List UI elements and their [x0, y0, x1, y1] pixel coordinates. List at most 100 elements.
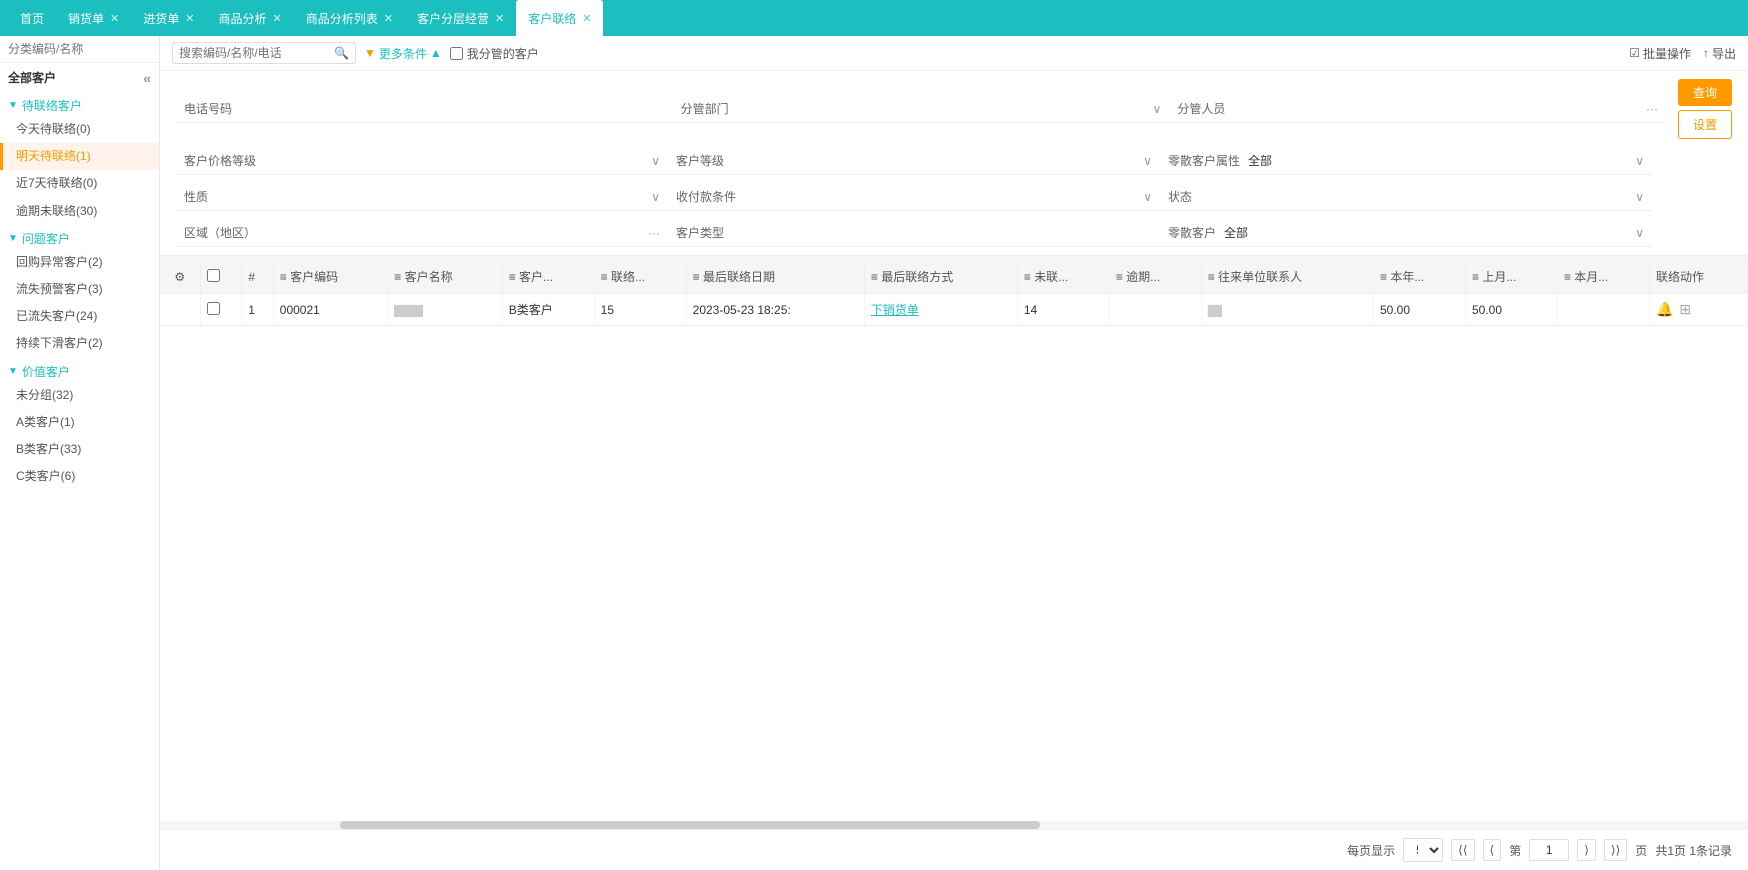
query-button[interactable]: 查询 [1678, 79, 1732, 106]
cell-last-contact-type[interactable]: 下销货单 [864, 294, 1017, 326]
sidebar-all-customers[interactable]: 全部客户 « [0, 63, 159, 92]
scrollbar-thumb[interactable] [340, 821, 1040, 829]
sidebar-item-churned[interactable]: 已流失客户(24) [0, 303, 159, 330]
table-header-row: ⚙ # ≡ 客户编码 ≡ 客户名称 ≡ 客户... ≡ 联络... ≡ 最后联络… [160, 260, 1748, 294]
nav-home[interactable]: 首页 [8, 0, 56, 36]
pagination: 每页显示 50 100 ⟨⟨ ⟨ 第 ⟩ ⟩⟩ 页 共1页 1条记录 [160, 829, 1748, 870]
filter-phone-input[interactable] [240, 102, 665, 116]
filter-status[interactable]: 状态 ∨ [1160, 183, 1652, 211]
my-customers-checkbox[interactable]: 我分管的客户 [450, 45, 539, 62]
grid-icon[interactable]: ⊞ [1679, 301, 1691, 318]
dots-manager-icon: ··· [1646, 102, 1658, 116]
chevron-retail-icon: ∨ [1635, 154, 1644, 168]
filter-customer-type-input[interactable] [732, 226, 1152, 240]
sidebar-item-tomorrow-pending[interactable]: 明天待联络(1) [0, 143, 159, 170]
col-unit-contact[interactable]: ≡ 往来单位联系人 [1201, 260, 1373, 294]
cell-index: 1 [242, 294, 274, 326]
col-overdue[interactable]: ≡ 逾期... [1109, 260, 1201, 294]
filter-row-1: 电话号码 分管部门 ∨ 分管人员 ··· 查询 设置 [176, 79, 1732, 139]
col-type[interactable]: ≡ 客户... [502, 260, 594, 294]
per-page-select[interactable]: 50 100 [1403, 838, 1443, 862]
col-this-year[interactable]: ≡ 本年... [1374, 260, 1466, 294]
close-product-analysis-icon[interactable]: ✕ [273, 12, 282, 25]
col-checkbox[interactable] [200, 260, 242, 294]
chevron-nature-icon: ∨ [651, 190, 660, 204]
sidebar-item-overdue-pending[interactable]: 逾期未联络(30) [0, 198, 159, 225]
sidebar-item-churn-warning[interactable]: 流失预警客户(3) [0, 276, 159, 303]
nav-purchase[interactable]: 进货单 ✕ [131, 0, 206, 36]
chevron-status-icon: ∨ [1635, 190, 1644, 204]
batch-operation-button[interactable]: ☑ 批量操作 [1629, 45, 1691, 62]
my-customers-check[interactable] [450, 47, 463, 60]
nav-customer-contact[interactable]: 客户联络 ✕ [516, 0, 603, 36]
chevron-price-icon: ∨ [651, 154, 660, 168]
select-all-checkbox[interactable] [207, 269, 220, 282]
sidebar-item-class-c[interactable]: C类客户(6) [0, 463, 159, 490]
page-number-input[interactable] [1529, 839, 1569, 861]
sidebar-item-ungrouped[interactable]: 未分组(32) [0, 382, 159, 409]
col-no-contact[interactable]: ≡ 未联... [1017, 260, 1109, 294]
cell-actions: 🔔 ⊞ [1649, 294, 1747, 326]
row-actions: 🔔 ⊞ [1656, 301, 1741, 318]
table-row: 1 000021 ████ B类客户 15 2023-05-23 18:25: … [160, 294, 1748, 326]
row-checkbox[interactable] [207, 302, 220, 315]
col-name[interactable]: ≡ 客户名称 [388, 260, 502, 294]
col-this-month[interactable]: ≡ 本月... [1557, 260, 1649, 294]
toolbar-search-input[interactable] [179, 46, 334, 60]
close-product-analysis-list-icon[interactable]: ✕ [384, 12, 393, 25]
filter-retail-customer[interactable]: 零散客户 全部 ∨ [1160, 219, 1652, 247]
first-page-button[interactable]: ⟨⟨ [1451, 839, 1474, 861]
toolbar-search-icon[interactable]: 🔍 [334, 46, 349, 60]
next-page-button[interactable]: ⟩ [1577, 839, 1596, 861]
filter-customer-type: 客户类型 [668, 219, 1160, 247]
cell-checkbox[interactable] [200, 294, 242, 326]
col-contact-count[interactable]: ≡ 联络... [594, 260, 686, 294]
last-contact-link[interactable]: 下销货单 [871, 303, 919, 317]
nav-product-analysis-list[interactable]: 商品分析列表 ✕ [294, 0, 405, 36]
sidebar-item-today-pending[interactable]: 今天待联络(0) [0, 116, 159, 143]
chevron-payment-icon: ∨ [1143, 190, 1152, 204]
filter-price-tier[interactable]: 客户价格等级 ∨ [176, 147, 668, 175]
col-last-contact-date[interactable]: ≡ 最后联络日期 [686, 260, 864, 294]
export-button[interactable]: ↑ 导出 [1703, 45, 1736, 62]
sidebar-search-input[interactable] [8, 42, 160, 56]
col-settings[interactable]: ⚙ [160, 260, 200, 294]
filter-retail-attr[interactable]: 零散客户属性 全部 ∨ [1160, 147, 1652, 175]
nav-sales[interactable]: 销货单 ✕ [56, 0, 131, 36]
bell-icon[interactable]: 🔔 [1656, 301, 1673, 318]
sidebar-item-declining[interactable]: 持续下滑客户(2) [0, 330, 159, 357]
prev-page-button[interactable]: ⟨ [1483, 839, 1502, 861]
triangle-problem-icon: ▼ [8, 233, 18, 244]
filter-actions: 查询 设置 [1678, 79, 1732, 139]
more-conditions-toggle[interactable]: ▼ 更多条件 ▲ [364, 45, 442, 62]
filter-customer-tier[interactable]: 客户等级 ∨ [668, 147, 1160, 175]
close-customer-tier-icon[interactable]: ✕ [495, 12, 504, 25]
close-customer-contact-icon[interactable]: ✕ [582, 12, 591, 25]
set-button[interactable]: 设置 [1678, 110, 1732, 139]
sidebar-collapse-icon: « [143, 70, 151, 86]
close-purchase-icon[interactable]: ✕ [185, 12, 194, 25]
chevron-tier-icon: ∨ [1143, 154, 1152, 168]
cell-last-month: 50.00 [1465, 294, 1557, 326]
sidebar-item-repurchase-abnormal[interactable]: 回购异常客户(2) [0, 249, 159, 276]
sidebar-item-class-b[interactable]: B类客户(33) [0, 436, 159, 463]
nav-product-analysis[interactable]: 商品分析 ✕ [206, 0, 293, 36]
sidebar-item-class-a[interactable]: A类客户(1) [0, 409, 159, 436]
sidebar-item-7days-pending[interactable]: 近7天待联络(0) [0, 170, 159, 197]
horizontal-scrollbar[interactable] [160, 821, 1748, 829]
filter-phone: 电话号码 [176, 95, 673, 123]
filter-region[interactable]: 区域（地区） ··· [176, 219, 668, 247]
cell-settings [160, 294, 200, 326]
filter-manager[interactable]: 分管人员 ··· [1169, 95, 1666, 123]
col-last-month[interactable]: ≡ 上月... [1465, 260, 1557, 294]
filter-dept[interactable]: 分管部门 ∨ [673, 95, 1170, 123]
last-page-button[interactable]: ⟩⟩ [1604, 839, 1627, 861]
cell-type: B类客户 [502, 294, 594, 326]
close-sales-icon[interactable]: ✕ [110, 12, 119, 25]
filter-payment[interactable]: 收付款条件 ∨ [668, 183, 1160, 211]
filter-nature[interactable]: 性质 ∨ [176, 183, 668, 211]
main-layout: 🔍 全部客户 « ▼ 待联络客户 今天待联络(0) 明天待联络(1) 近7天待联… [0, 36, 1748, 870]
col-last-contact-type[interactable]: ≡ 最后联络方式 [864, 260, 1017, 294]
col-code[interactable]: ≡ 客户编码 [273, 260, 387, 294]
nav-customer-tier[interactable]: 客户分层经营 ✕ [405, 0, 516, 36]
